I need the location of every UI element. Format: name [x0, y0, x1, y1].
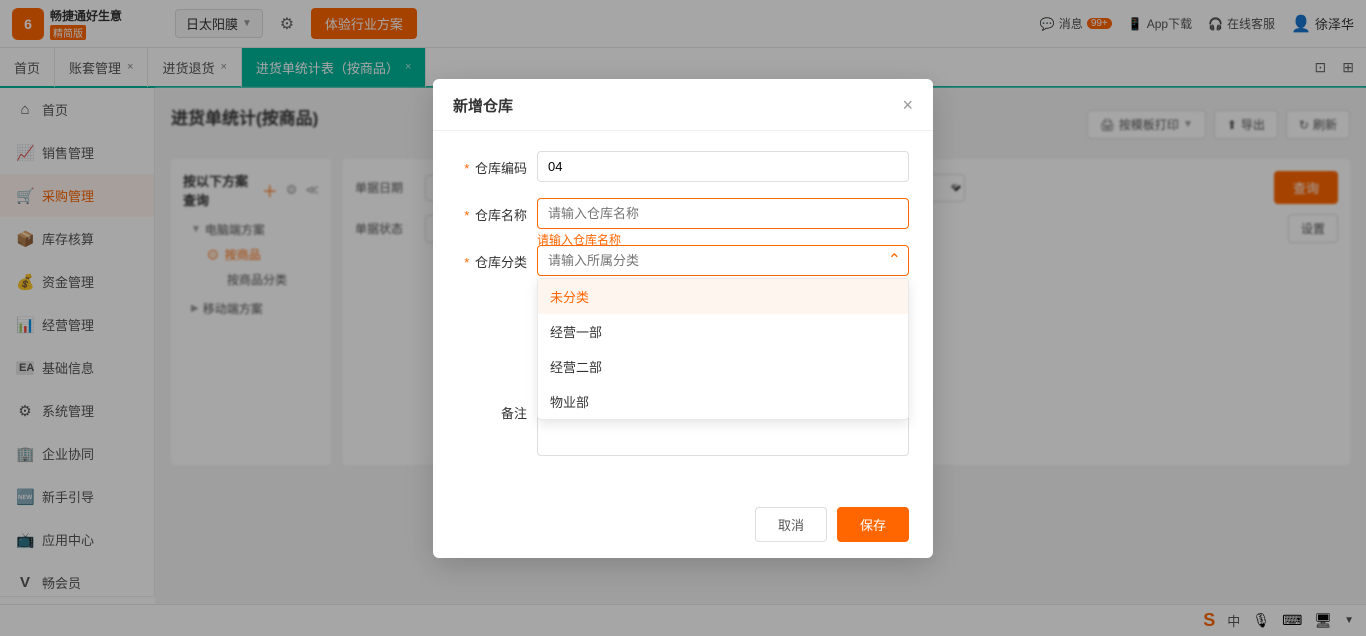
field-row-name: * 仓库名称 请输入仓库名称: [457, 198, 909, 229]
category-toggle-icon[interactable]: ⌃: [888, 250, 901, 270]
modal-title: 新增仓库: [453, 95, 513, 116]
category-select-wrap: ⌃ 未分类 经营一部 经营二部 物业部: [537, 245, 909, 276]
name-field-label: * 仓库名称: [457, 198, 537, 224]
modal-footer: 取消 保存: [433, 495, 933, 558]
field-row-category: * 仓库分类 ⌃ 未分类 经营一部 经营二部 物业部: [457, 245, 909, 276]
save-button[interactable]: 保存: [837, 507, 909, 542]
dropdown-item-dept2[interactable]: 经营二部: [538, 349, 908, 384]
code-input[interactable]: [537, 151, 909, 182]
dropdown-item-property[interactable]: 物业部: [538, 384, 908, 419]
code-field-label: * 仓库编码: [457, 151, 537, 177]
category-field-label: * 仓库分类: [457, 245, 537, 271]
modal-overlay: 新增仓库 × * 仓库编码 * 仓库名称: [0, 0, 1366, 636]
name-input-wrap: 请输入仓库名称: [537, 198, 909, 229]
cancel-button[interactable]: 取消: [755, 507, 827, 542]
dropdown-item-uncategorized[interactable]: 未分类: [538, 279, 908, 314]
category-input[interactable]: [537, 245, 909, 276]
dropdown-item-dept1[interactable]: 经营一部: [538, 314, 908, 349]
note-field-label: 备注: [457, 396, 537, 422]
code-input-wrap: [537, 151, 909, 182]
modal-close-button[interactable]: ×: [902, 95, 913, 116]
name-input[interactable]: [537, 198, 909, 229]
category-dropdown: 未分类 经营一部 经营二部 物业部: [537, 278, 909, 420]
modal-body: * 仓库编码 * 仓库名称 请输入仓库名称: [433, 131, 933, 495]
field-row-code: * 仓库编码: [457, 151, 909, 182]
modal-header: 新增仓库 ×: [433, 79, 933, 131]
modal-new-warehouse: 新增仓库 × * 仓库编码 * 仓库名称: [433, 79, 933, 558]
